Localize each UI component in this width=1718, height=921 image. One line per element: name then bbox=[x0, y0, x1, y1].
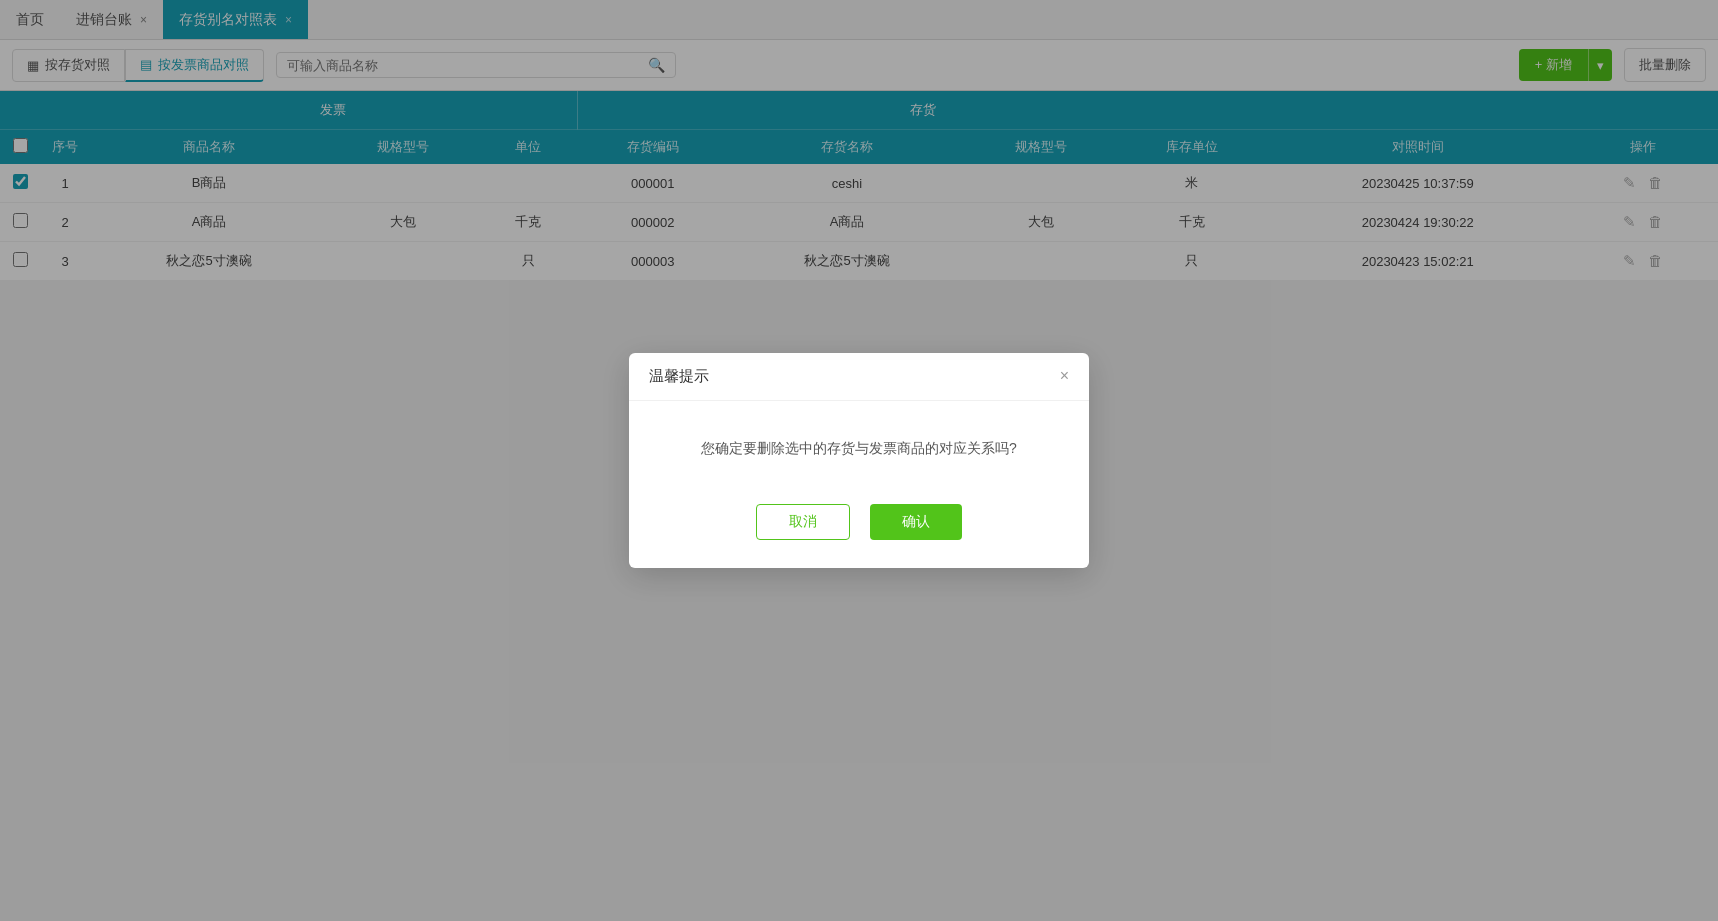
modal-overlay: 温馨提示 × 您确定要删除选中的存货与发票商品的对应关系吗? 取消 确认 bbox=[0, 0, 1718, 281]
